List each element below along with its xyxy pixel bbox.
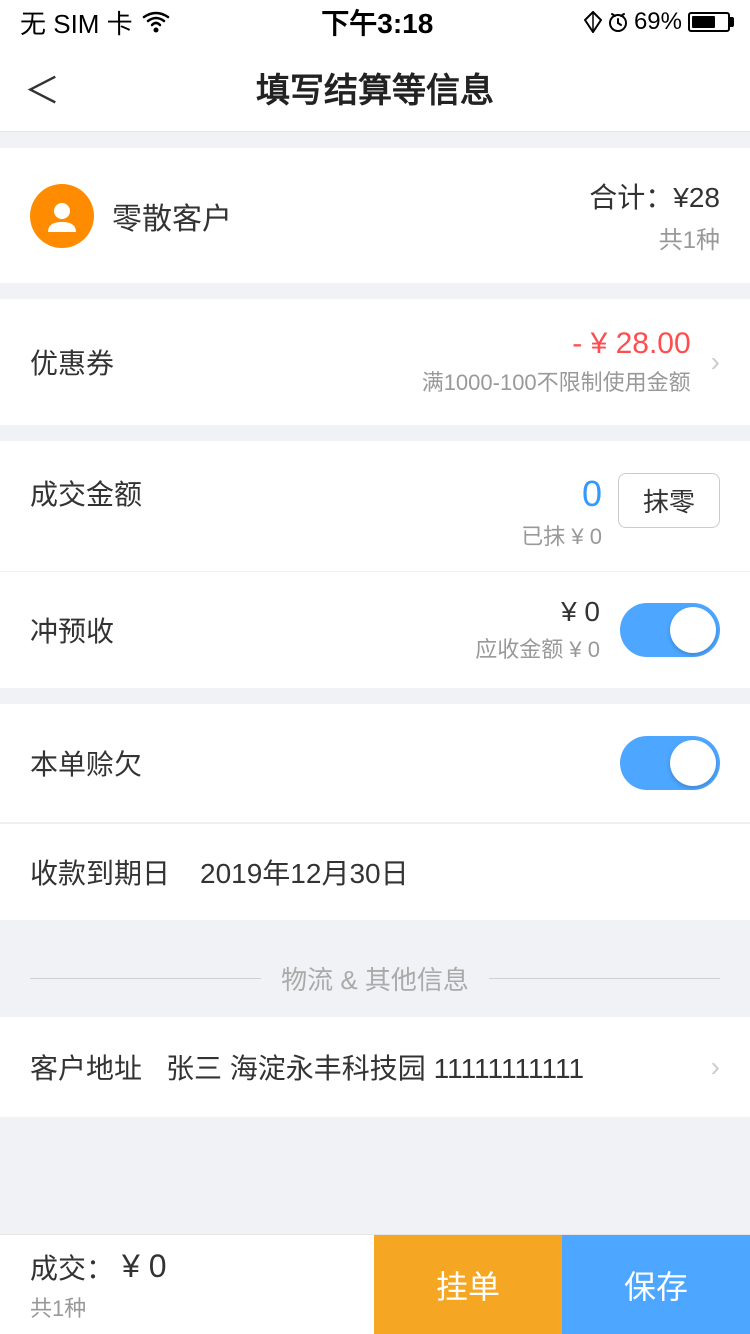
coupon-chevron: ›: [711, 346, 720, 378]
debt-row: 本单赊欠: [0, 704, 750, 823]
footer-item-count: 共1种: [30, 1291, 344, 1323]
total-amount: 合计：¥28: [589, 176, 720, 216]
due-date-label: 收款到期日: [30, 852, 170, 892]
status-bar: 无 SIM 卡 下午3:18 69%: [0, 0, 750, 44]
location-icon: [584, 11, 602, 33]
coupon-subtext: 满1000-100不限制使用金额: [422, 365, 691, 397]
page-title: 填写结算等信息: [256, 63, 494, 112]
wifi-icon: [141, 11, 171, 33]
address-chevron: ›: [711, 1051, 720, 1083]
battery-icon: [688, 12, 730, 32]
debt-toggle[interactable]: [620, 736, 720, 790]
prepaid-sub: 应收金额 ¥ 0: [475, 632, 600, 664]
round-down-button[interactable]: 抹零: [618, 473, 720, 528]
item-count: 共1种: [589, 220, 720, 255]
transaction-label: 成交金额: [30, 473, 142, 513]
address-section: 客户地址 张三 海淀永丰科技园 11111111111 ›: [0, 1017, 750, 1117]
coupon-section: 优惠券 - ¥ 28.00 满1000-100不限制使用金额 ›: [0, 299, 750, 425]
transaction-section: 成交金额 0 已抹 ¥ 0 抹零 冲预收 ¥ 0 应收金额 ¥ 0: [0, 441, 750, 688]
transaction-value[interactable]: 0: [582, 473, 602, 515]
transaction-sub: 已抹 ¥ 0: [521, 519, 602, 551]
due-date-value: 2019年12月30日: [200, 852, 409, 892]
address-row[interactable]: 客户地址 张三 海淀永丰科技园 11111111111 ›: [0, 1017, 750, 1117]
prepaid-label: 冲预收: [30, 610, 114, 650]
alarm-icon: [608, 11, 628, 33]
logistics-label: 物流 & 其他信息: [281, 960, 469, 997]
sim-text: 无 SIM 卡: [20, 4, 133, 41]
customer-summary: 合计：¥28 共1种: [589, 176, 720, 255]
customer-name: 零散客户: [112, 194, 232, 238]
status-left: 无 SIM 卡: [20, 4, 171, 41]
prepaid-row: 冲预收 ¥ 0 应收金额 ¥ 0: [0, 572, 750, 688]
coupon-label: 优惠券: [30, 342, 114, 382]
prepaid-toggle[interactable]: [620, 603, 720, 657]
due-date-row[interactable]: 收款到期日 2019年12月30日: [0, 823, 750, 920]
coupon-value: - ¥ 28.00: [572, 327, 690, 361]
save-button[interactable]: 保存: [562, 1235, 750, 1334]
footer-info: 成交： ¥ 0 共1种: [0, 1247, 374, 1323]
address-label: 客户地址: [30, 1047, 142, 1087]
footer-deal-row: 成交： ¥ 0: [30, 1247, 344, 1287]
status-right: 69%: [584, 8, 730, 36]
logistics-divider: 物流 & 其他信息: [0, 940, 750, 1017]
debt-label: 本单赊欠: [30, 743, 142, 783]
footer-deal-label: 成交：: [30, 1247, 114, 1287]
transaction-row: 成交金额 0 已抹 ¥ 0 抹零: [0, 441, 750, 572]
customer-section: 零散客户 合计：¥28 共1种: [0, 148, 750, 283]
status-time: 下午3:18: [321, 2, 433, 42]
address-value: 张三 海淀永丰科技园 11111111111: [166, 1047, 687, 1087]
hold-order-button[interactable]: 挂单: [374, 1235, 562, 1334]
debt-section: 本单赊欠 收款到期日 2019年12月30日: [0, 704, 750, 920]
avatar: [30, 184, 94, 248]
coupon-right: - ¥ 28.00 满1000-100不限制使用金额 ›: [422, 327, 720, 397]
customer-row: 零散客户 合计：¥28 共1种: [0, 148, 750, 283]
customer-info: 零散客户: [30, 184, 232, 248]
footer-deal-value: ¥ 0: [122, 1248, 166, 1285]
back-button[interactable]: ＜: [24, 62, 60, 114]
footer: 成交： ¥ 0 共1种 挂单 保存: [0, 1234, 750, 1334]
nav-bar: ＜ 填写结算等信息: [0, 44, 750, 132]
battery-percent: 69%: [634, 8, 682, 36]
prepaid-value: ¥ 0: [561, 596, 600, 628]
coupon-row[interactable]: 优惠券 - ¥ 28.00 满1000-100不限制使用金额 ›: [0, 299, 750, 425]
